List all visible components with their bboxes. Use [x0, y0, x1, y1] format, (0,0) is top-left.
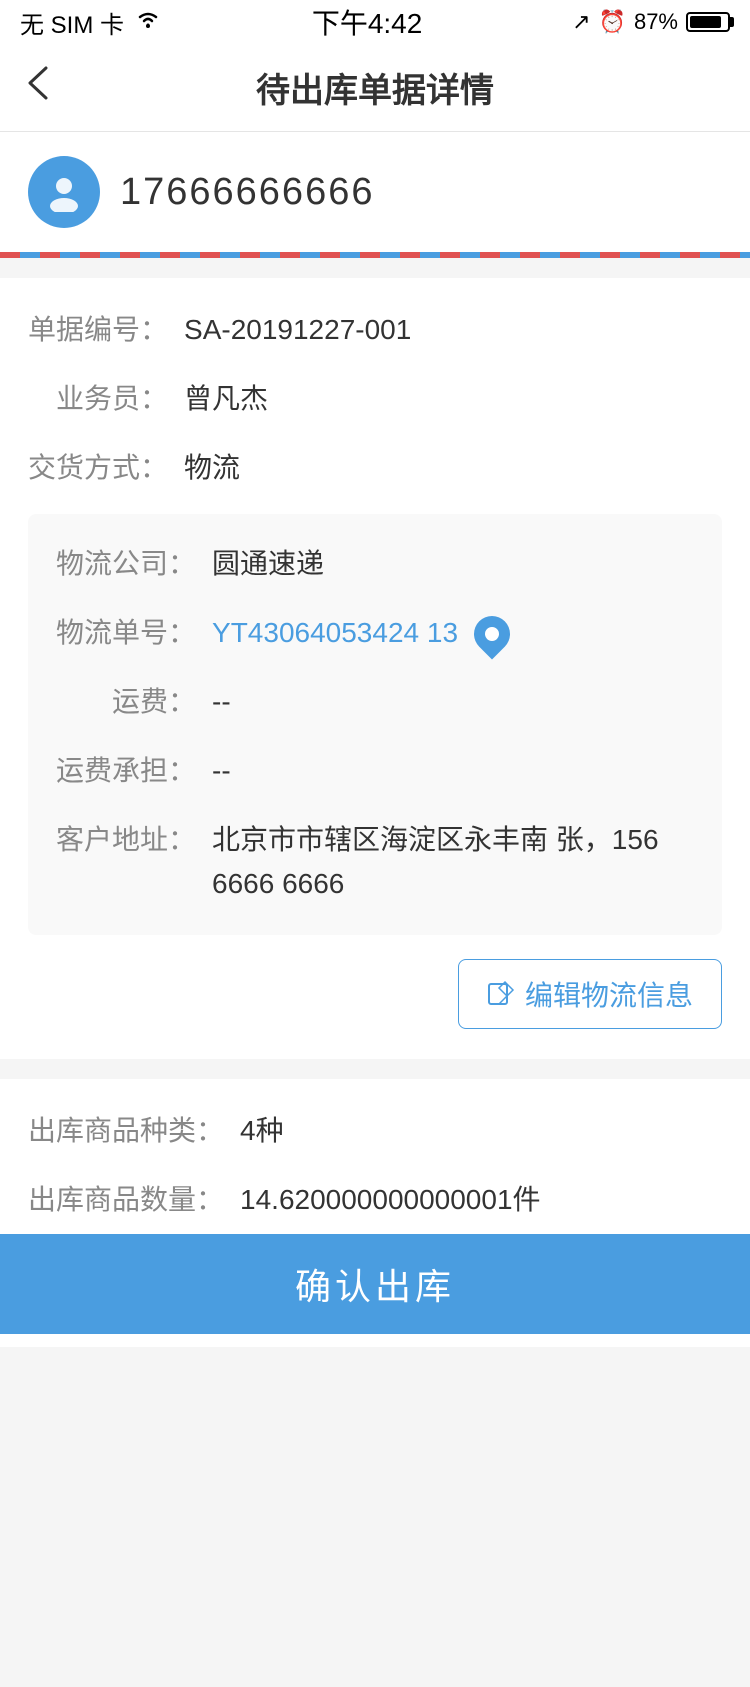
- status-right: ↗ ⏰ 87%: [572, 9, 730, 35]
- avatar: [28, 156, 100, 228]
- salesperson-row: 业务员： 曾凡杰: [28, 377, 722, 422]
- edit-logistics-label: 编辑物流信息: [525, 974, 693, 1014]
- page-title: 待出库单据详情: [256, 63, 494, 112]
- status-bar: 无 SIM 卡 下午4:42 ↗ ⏰ 87%: [0, 0, 750, 44]
- status-time: 下午4:42: [312, 2, 423, 42]
- goods-type-label: 出库商品种类：: [28, 1109, 224, 1154]
- gray-spacer: [0, 1367, 750, 1587]
- battery-icon: [686, 12, 730, 32]
- dashed-divider: [0, 252, 750, 258]
- customer-phone: 17666666666: [120, 171, 374, 214]
- address-value: 北京市市辖区海淀区永丰南 张，156 6666 6666: [212, 818, 694, 908]
- content: 17666666666 单据编号： SA-20191227-001 业务员： 曾…: [0, 132, 750, 1687]
- goods-quantity-label: 出库商品数量：: [28, 1178, 224, 1223]
- edit-logistics-button[interactable]: 编辑物流信息: [458, 959, 722, 1029]
- salesperson-value: 曾凡杰: [184, 377, 722, 422]
- logistics-company-row: 物流公司： 圆通速递: [56, 542, 694, 587]
- document-info-section: 单据编号： SA-20191227-001 业务员： 曾凡杰 交货方式： 物流 …: [0, 278, 750, 1059]
- freight-row: 运费： --: [56, 680, 694, 725]
- freight-bearer-row: 运费承担： --: [56, 749, 694, 794]
- logistics-card: 物流公司： 圆通速递 物流单号： YT43064053424 13 运费： --…: [28, 514, 722, 935]
- freight-label: 运费：: [56, 680, 196, 725]
- bottom-padding: [0, 1587, 750, 1687]
- edit-logistics-container: 编辑物流信息: [28, 959, 722, 1029]
- confirm-button[interactable]: 确认出库: [0, 1234, 750, 1334]
- doc-number-label: 单据编号：: [28, 308, 168, 353]
- tracking-value: YT43064053424 13: [212, 611, 694, 656]
- tracking-row: 物流单号： YT43064053424 13: [56, 611, 694, 656]
- battery-percent: 87%: [634, 9, 678, 35]
- delivery-label: 交货方式：: [28, 446, 168, 491]
- goods-type-row: 出库商品种类： 4种: [28, 1109, 722, 1154]
- customer-header: 17666666666: [0, 132, 750, 252]
- goods-quantity-row: 出库商品数量： 14.620000000000001件: [28, 1178, 722, 1223]
- location-icon: ↗: [572, 9, 590, 35]
- wifi-icon: [134, 8, 162, 36]
- goods-type-value: 4种: [240, 1109, 722, 1154]
- delivery-row: 交货方式： 物流: [28, 446, 722, 491]
- nav-bar: 待出库单据详情: [0, 44, 750, 132]
- doc-number-value: SA-20191227-001: [184, 308, 722, 353]
- edit-icon: [487, 980, 515, 1008]
- freight-value: --: [212, 680, 694, 725]
- logistics-company-label: 物流公司：: [56, 542, 196, 587]
- doc-number-row: 单据编号： SA-20191227-001: [28, 308, 722, 353]
- confirm-button-label: 确认出库: [295, 1258, 455, 1310]
- status-left: 无 SIM 卡: [20, 5, 162, 40]
- freight-bearer-label: 运费承担：: [56, 749, 196, 794]
- logistics-company-value: 圆通速递: [212, 542, 694, 587]
- tracking-label: 物流单号：: [56, 611, 196, 656]
- location-icon[interactable]: [467, 608, 518, 659]
- salesperson-label: 业务员：: [28, 377, 168, 422]
- clock-icon: ⏰: [599, 9, 626, 35]
- freight-bearer-value: --: [212, 749, 694, 794]
- address-label: 客户地址：: [56, 818, 196, 863]
- back-button[interactable]: [28, 66, 48, 109]
- delivery-value: 物流: [184, 446, 722, 491]
- goods-quantity-value: 14.620000000000001件: [240, 1178, 722, 1223]
- carrier-label: 无 SIM 卡: [20, 5, 124, 40]
- address-row: 客户地址： 北京市市辖区海淀区永丰南 张，156 6666 6666: [56, 818, 694, 908]
